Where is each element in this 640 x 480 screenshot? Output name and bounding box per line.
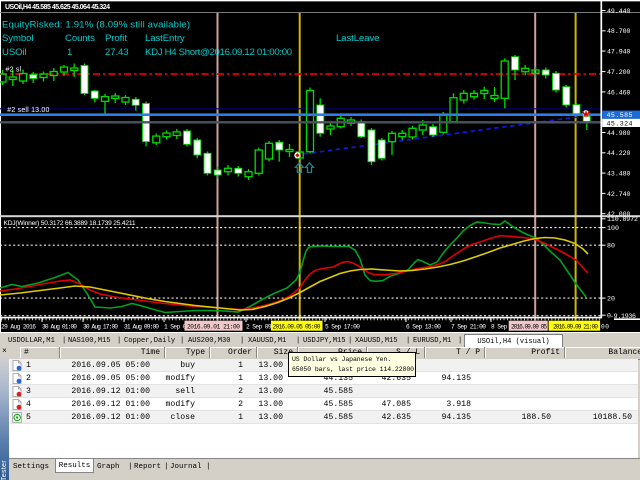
svg-text:47.940: 47.940 <box>607 49 631 56</box>
svg-text:43.480: 43.480 <box>607 171 631 178</box>
svg-text:7 Sep 21:00: 7 Sep 21:00 <box>451 324 486 331</box>
svg-text:30 Aug 01:00: 30 Aug 01:00 <box>42 324 77 331</box>
svg-text:100: 100 <box>607 225 619 232</box>
svg-text:42.740: 42.740 <box>607 191 631 198</box>
svg-text:USOil,H4 45.585 45.625 45.064: USOil,H4 45.585 45.625 45.064 45.324 <box>5 4 110 11</box>
svg-text:27.43: 27.43 <box>105 47 129 58</box>
svg-text:#2 sl: #2 sl <box>6 66 22 73</box>
svg-text:00: 00 <box>601 324 609 331</box>
svg-text:29 Aug 2016: 29 Aug 2016 <box>1 324 36 331</box>
svg-text:44.980: 44.980 <box>607 130 631 137</box>
svg-text:20: 20 <box>607 296 615 303</box>
svg-text:45.324: 45.324 <box>607 120 633 127</box>
svg-text:USOil: USOil <box>2 47 27 58</box>
svg-text:31 Aug 09:00: 31 Aug 09:00 <box>124 324 159 331</box>
svg-text:45.585: 45.585 <box>607 112 633 119</box>
svg-text:1: 1 <box>67 47 72 58</box>
svg-text:#2 sell 13.00: #2 sell 13.00 <box>7 107 49 114</box>
svg-text:KDJ H4 Short@2016.09.12 01:00:: KDJ H4 Short@2016.09.12 01:00:00 <box>145 47 292 58</box>
svg-text:5 Sep 17:00: 5 Sep 17:00 <box>325 324 360 331</box>
svg-text:2016.09.05 05:00: 2016.09.05 05:00 <box>273 324 321 331</box>
svg-text:2016.09.01 21:00: 2016.09.01 21:00 <box>187 324 240 331</box>
svg-text:47.200: 47.200 <box>607 69 631 76</box>
svg-text:2016.09.09 21:00: 2016.09.09 21:00 <box>553 324 598 331</box>
svg-text:Symbol: Symbol <box>2 33 33 44</box>
svg-text:LastEntry: LastEntry <box>145 33 185 44</box>
svg-text:44.220: 44.220 <box>607 150 631 157</box>
svg-text:2016.09.09 05: 2016.09.09 05 <box>511 324 547 331</box>
svg-text:49.440: 49.440 <box>607 8 631 15</box>
svg-text:-9.1936: -9.1936 <box>610 313 636 320</box>
svg-text:EquityRisked: 1.91% (8.09% sti: EquityRisked: 1.91% (8.09% still availab… <box>2 20 190 31</box>
svg-text:KDJ(Winner) 50.3172 66.3889 18: KDJ(Winner) 50.3172 66.3889 18.1739 25.4… <box>4 220 136 227</box>
svg-text:80: 80 <box>607 243 615 250</box>
svg-text:Counts: Counts <box>65 33 95 44</box>
svg-text:46.460: 46.460 <box>607 89 631 96</box>
svg-text:110.8972: 110.8972 <box>607 216 638 223</box>
svg-text:6 Sep 13:00: 6 Sep 13:00 <box>406 324 441 331</box>
svg-text:30 Aug 17:00: 30 Aug 17:00 <box>83 324 118 331</box>
svg-text:Profit: Profit <box>105 33 127 44</box>
svg-text:48.700: 48.700 <box>607 28 631 35</box>
svg-text:LastLeave: LastLeave <box>336 33 379 44</box>
